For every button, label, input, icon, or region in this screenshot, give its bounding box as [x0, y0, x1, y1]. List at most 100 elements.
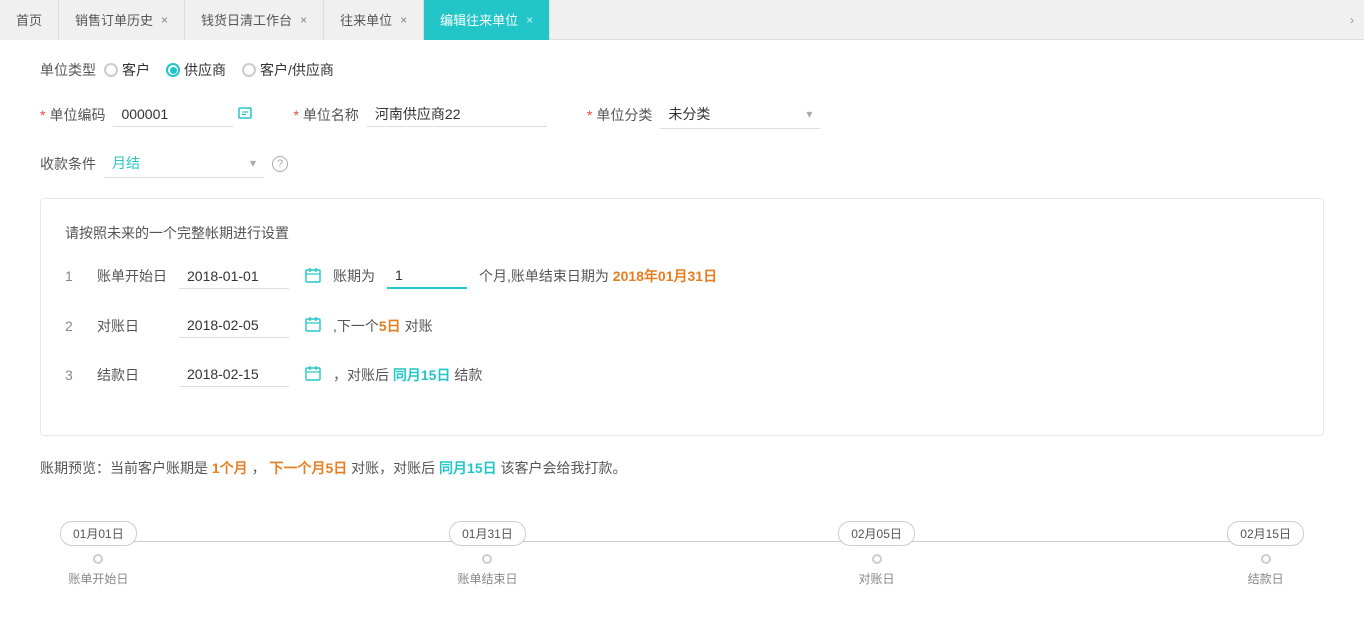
tab-close-sales-history[interactable]: ×	[161, 13, 168, 27]
timeline-label-1: 账单开始日	[68, 570, 128, 587]
unit-code-group: * 单位编码	[40, 102, 253, 127]
unit-code-required: *	[40, 107, 45, 123]
reconcile-suffix: 对账	[405, 318, 433, 334]
payment-date-calendar-icon[interactable]	[305, 365, 321, 384]
payment-term-value: 月结	[112, 153, 242, 173]
row-label-2: 对账日	[97, 316, 167, 336]
reconcile-date-calendar-icon[interactable]	[305, 316, 321, 335]
payment-date-input[interactable]	[179, 362, 289, 387]
unit-category-select[interactable]: 未分类 ▾	[660, 100, 820, 129]
period-row-3: 3 结款日 ，对账后 同月15日 结款	[65, 362, 1299, 387]
unit-code-icon[interactable]	[237, 105, 253, 124]
row-number-1: 1	[65, 268, 85, 284]
row-number-2: 2	[65, 318, 85, 334]
period-section: 请按照未来的一个完整帐期进行设置 1 账单开始日 账期为 个月,账单结束日期为 …	[40, 198, 1324, 436]
timeline-item-3: 02月05日 对账日	[838, 521, 915, 587]
unit-category-label: 单位分类	[596, 105, 652, 125]
reconcile-row-text: ,下一个5日 对账	[333, 316, 433, 336]
payment-row-text: ，对账后 同月15日 结款	[333, 365, 482, 385]
radio-circle-customer	[104, 63, 118, 77]
preview-prefix: 账期预览：当前客户账期是	[40, 460, 208, 476]
radio-both-label: 客户/供应商	[260, 60, 334, 80]
unit-category-value: 未分类	[668, 104, 798, 124]
tab-home[interactable]: 首页	[0, 0, 59, 40]
period-row-1: 1 账单开始日 账期为 个月,账单结束日期为 2018年01月31日	[65, 263, 1299, 289]
tab-close-partner[interactable]: ×	[400, 13, 407, 27]
unit-name-group: * 单位名称	[293, 102, 546, 127]
preview-mid2: 对账，对账后	[351, 460, 435, 476]
preview-part3: 同月15日	[439, 460, 497, 476]
preview-part2: 下一个月5日	[269, 460, 347, 476]
row-number-3: 3	[65, 367, 85, 383]
timeline-dot-1	[93, 554, 103, 564]
preview-section: 账期预览：当前客户账期是 1个月 ， 下一个月5日 对账，对账后 同月15日 该…	[40, 456, 1324, 481]
timeline-item-1: 01月01日 账单开始日	[60, 521, 137, 587]
payment-term-row: 收款条件 月结 ▾ ?	[40, 149, 1324, 178]
unit-category-required: *	[587, 107, 592, 123]
payment-day-highlight: 同月15日	[393, 367, 451, 383]
preview-mid1: ，	[252, 460, 266, 476]
preview-part1: 1个月	[212, 460, 248, 476]
period-unit-text: 个月,账单结束日期为 2018年01月31日	[479, 266, 717, 286]
radio-supplier[interactable]: 供应商	[166, 60, 226, 80]
payment-term-label: 收款条件	[40, 154, 96, 174]
row-label-1: 账单开始日	[97, 266, 167, 286]
payment-term-arrow: ▾	[250, 156, 256, 170]
unit-code-label: 单位编码	[49, 105, 105, 125]
unit-category-group: * 单位分类 未分类 ▾	[587, 100, 820, 129]
reconcile-date-input[interactable]	[179, 313, 289, 338]
radio-customer-label: 客户	[122, 60, 150, 80]
timeline-label-2: 账单结束日	[457, 570, 517, 587]
radio-circle-both	[242, 63, 256, 77]
reconcile-day-highlight: 5日	[379, 318, 401, 334]
start-date-input[interactable]	[179, 264, 289, 289]
unit-code-input-wrapper	[113, 102, 253, 127]
unit-type-group: 单位类型 客户 供应商 客户/供应商	[40, 60, 334, 80]
unit-name-input[interactable]	[367, 102, 547, 127]
unit-name-required: *	[293, 107, 298, 123]
timeline-items: 01月01日 账单开始日 01月31日 账单结束日 02月05日 对账日 02月…	[60, 521, 1304, 587]
timeline-container: 01月01日 账单开始日 01月31日 账单结束日 02月05日 对账日 02月…	[40, 505, 1324, 603]
tab-bar: 首页 销售订单历史 × 钱货日清工作台 × 往来单位 × 编辑往来单位 × ›	[0, 0, 1364, 40]
period-months-input[interactable]	[387, 263, 467, 289]
tab-edit-partner[interactable]: 编辑往来单位 ×	[424, 0, 550, 40]
timeline-dot-4	[1261, 554, 1271, 564]
preview-suffix: 该客户会给我打款。	[501, 460, 627, 476]
timeline-dot-3	[872, 554, 882, 564]
radio-both[interactable]: 客户/供应商	[242, 60, 334, 80]
timeline-badge-2: 01月31日	[449, 521, 526, 546]
tab-partner[interactable]: 往来单位 ×	[324, 0, 424, 40]
radio-group-unit-type: 客户 供应商 客户/供应商	[104, 60, 334, 80]
period-end-date: 2018年01月31日	[613, 268, 717, 284]
section-title: 请按照未来的一个完整帐期进行设置	[65, 223, 1299, 243]
main-content: 单位类型 客户 供应商 客户/供应商 * 单位编码	[0, 40, 1364, 623]
tab-expand-button[interactable]: ›	[1340, 13, 1364, 27]
unit-category-arrow: ▾	[806, 107, 812, 121]
period-row-2: 2 对账日 ,下一个5日 对账	[65, 313, 1299, 338]
unit-name-label: 单位名称	[303, 105, 359, 125]
timeline-badge-4: 02月15日	[1227, 521, 1304, 546]
tab-sales-history[interactable]: 销售订单历史 ×	[59, 0, 185, 40]
start-date-calendar-icon[interactable]	[305, 267, 321, 286]
timeline-item-4: 02月15日 结款日	[1227, 521, 1304, 587]
row-label-3: 结款日	[97, 365, 167, 385]
payment-term-group: 收款条件 月结 ▾ ?	[40, 149, 288, 178]
timeline-label-3: 对账日	[859, 570, 895, 587]
payment-suffix: 结款	[454, 367, 482, 383]
timeline-badge-3: 02月05日	[838, 521, 915, 546]
unit-type-label: 单位类型	[40, 60, 96, 80]
timeline-dot-2	[482, 554, 492, 564]
timeline-label-4: 结款日	[1248, 570, 1284, 587]
unit-type-row: 单位类型 客户 供应商 客户/供应商	[40, 60, 1324, 80]
radio-circle-supplier	[166, 63, 180, 77]
unit-code-input[interactable]	[113, 102, 233, 127]
timeline-badge-1: 01月01日	[60, 521, 137, 546]
unit-info-row: * 单位编码 * 单位名称 * 单位分类 未分类 ▾	[40, 100, 1324, 129]
tab-close-edit-partner[interactable]: ×	[526, 13, 533, 27]
payment-term-select[interactable]: 月结 ▾	[104, 149, 264, 178]
row-separator-1: 账期为	[333, 266, 375, 286]
tab-cash-work[interactable]: 钱货日清工作台 ×	[185, 0, 324, 40]
radio-customer[interactable]: 客户	[104, 60, 150, 80]
tab-close-cash-work[interactable]: ×	[300, 13, 307, 27]
payment-term-help[interactable]: ?	[272, 156, 288, 172]
